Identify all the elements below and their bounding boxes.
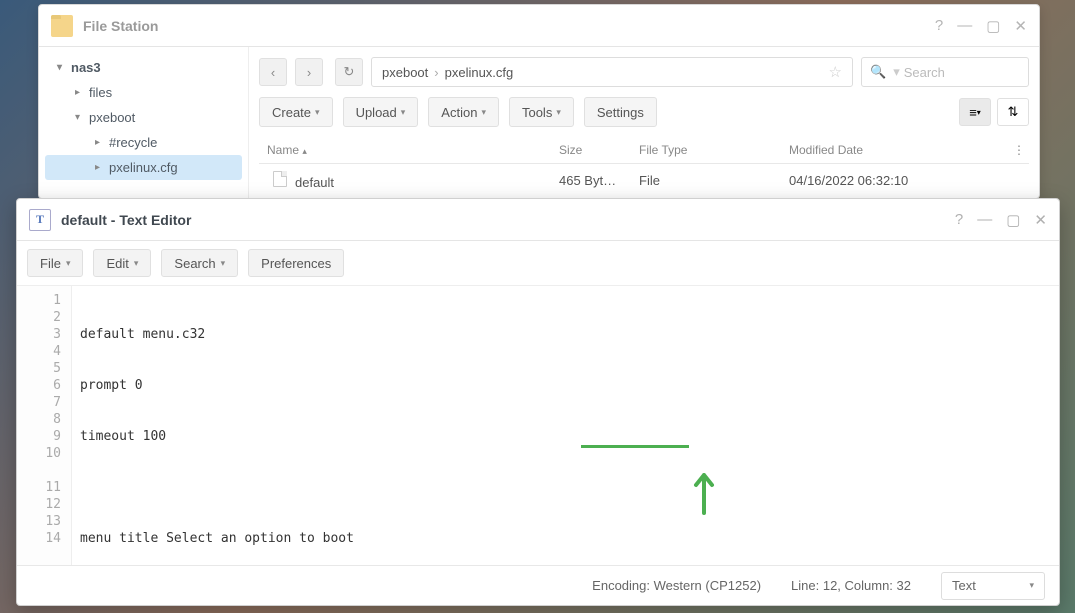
tools-button[interactable]: Tools▾	[509, 97, 574, 127]
code-content[interactable]: default menu.c32 prompt 0 timeout 100 me…	[72, 286, 1059, 565]
search-input[interactable]: 🔍▾ Search	[861, 57, 1029, 87]
sort-button[interactable]: ⇅	[997, 98, 1029, 126]
editor-area[interactable]: 1234567891011121314 default menu.c32 pro…	[17, 286, 1059, 565]
col-name[interactable]: Name ▴	[259, 143, 559, 157]
file-menu[interactable]: File▾	[27, 249, 83, 277]
breadcrumb-part[interactable]: pxelinux.cfg	[445, 65, 514, 80]
file-table: Name ▴ Size File Type Modified Date ⋮ de…	[259, 137, 1029, 197]
annotation-underline	[581, 445, 689, 448]
code-line: timeout 100	[80, 428, 1059, 445]
file-station-titlebar[interactable]: File Station ? — ▢ ✕	[39, 5, 1039, 47]
status-bar: Encoding: Western (CP1252) Line: 12, Col…	[17, 565, 1059, 605]
nav-back-button[interactable]: ‹	[259, 58, 287, 86]
status-position: Line: 12, Column: 32	[791, 578, 911, 593]
file-station-window: File Station ? — ▢ ✕ ▾nas3 ▸files ▾pxebo…	[38, 4, 1040, 199]
close-icon[interactable]: ✕	[1014, 17, 1027, 35]
tree-item-pxelinux-cfg[interactable]: ▸pxelinux.cfg	[45, 155, 242, 180]
list-view-button[interactable]: ≡▾	[959, 98, 991, 126]
tree-item-recycle[interactable]: ▸#recycle	[39, 130, 248, 155]
line-gutter: 1234567891011121314	[17, 286, 72, 565]
syntax-mode-select[interactable]: Text▾	[941, 572, 1045, 600]
maximize-icon[interactable]: ▢	[1006, 211, 1020, 229]
help-icon[interactable]: ?	[955, 211, 963, 229]
edit-menu[interactable]: Edit▾	[93, 249, 151, 277]
status-encoding: Encoding: Western (CP1252)	[592, 578, 761, 593]
code-line: prompt 0	[80, 377, 1059, 394]
col-size[interactable]: Size	[559, 143, 639, 157]
text-editor-titlebar[interactable]: T default - Text Editor ? — ▢ ✕	[17, 199, 1059, 241]
nav-forward-button[interactable]: ›	[295, 58, 323, 86]
folder-app-icon	[51, 15, 73, 37]
chevron-down-icon: ▾	[57, 62, 67, 73]
code-line: menu title Select an option to boot	[80, 530, 1059, 547]
star-icon[interactable]: ☆	[829, 63, 842, 81]
create-button[interactable]: Create▾	[259, 97, 333, 127]
col-type[interactable]: File Type	[639, 143, 789, 157]
tree-root-nas3[interactable]: ▾nas3	[39, 55, 248, 80]
text-editor-menubar: File▾ Edit▾ Search▾ Preferences	[17, 241, 1059, 286]
minimize-icon[interactable]: —	[957, 17, 972, 35]
chevron-right-icon: ▸	[75, 87, 85, 98]
breadcrumb-part[interactable]: pxeboot	[382, 65, 428, 80]
col-menu-icon[interactable]: ⋮	[1009, 143, 1029, 157]
upload-button[interactable]: Upload▾	[343, 97, 419, 127]
search-icon: 🔍	[870, 64, 886, 80]
reload-button[interactable]: ↻	[335, 58, 363, 86]
search-menu[interactable]: Search▾	[161, 249, 238, 277]
breadcrumb-sep: ›	[434, 65, 438, 80]
tree-item-pxeboot[interactable]: ▾pxeboot	[39, 105, 248, 130]
close-icon[interactable]: ✕	[1034, 211, 1047, 229]
text-editor-window: T default - Text Editor ? — ▢ ✕ File▾ Ed…	[16, 198, 1060, 606]
help-icon[interactable]: ?	[935, 17, 943, 35]
maximize-icon[interactable]: ▢	[986, 17, 1000, 35]
file-station-title: File Station	[83, 18, 158, 34]
file-station-main: ‹ › ↻ pxeboot › pxelinux.cfg ☆ 🔍▾ Search…	[249, 47, 1039, 198]
code-line: default menu.c32	[80, 326, 1059, 343]
table-header: Name ▴ Size File Type Modified Date ⋮	[259, 137, 1029, 164]
code-line	[80, 479, 1059, 496]
table-row[interactable]: default 465 Byt… File 04/16/2022 06:32:1…	[259, 164, 1029, 197]
chevron-right-icon: ▸	[95, 137, 105, 148]
file-station-sidebar: ▾nas3 ▸files ▾pxeboot ▸#recycle ▸pxelinu…	[39, 47, 249, 198]
settings-button[interactable]: Settings	[584, 97, 657, 127]
file-icon	[273, 171, 287, 187]
annotation-arrow-icon	[627, 456, 718, 540]
chevron-down-icon: ▾	[75, 112, 85, 123]
chevron-right-icon: ▸	[95, 162, 105, 173]
tree-item-files[interactable]: ▸files	[39, 80, 248, 105]
preferences-menu[interactable]: Preferences	[248, 249, 344, 277]
breadcrumb[interactable]: pxeboot › pxelinux.cfg ☆	[371, 57, 853, 87]
text-editor-title: default - Text Editor	[61, 212, 191, 228]
text-editor-app-icon: T	[29, 209, 51, 231]
action-button[interactable]: Action▾	[428, 97, 499, 127]
col-modified[interactable]: Modified Date	[789, 143, 1009, 157]
minimize-icon[interactable]: —	[977, 211, 992, 229]
